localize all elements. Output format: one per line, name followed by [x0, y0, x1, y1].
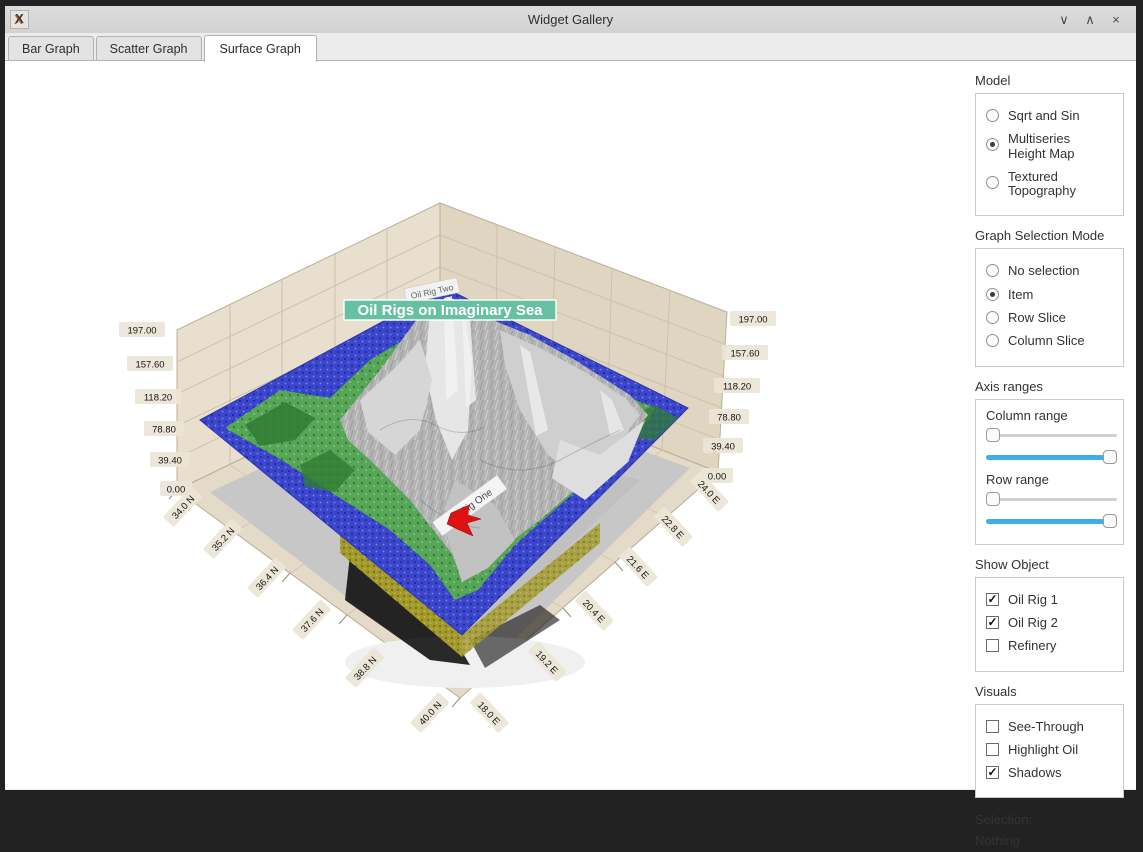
slider-handle[interactable]: [1103, 514, 1117, 528]
svg-text:0.00: 0.00: [167, 485, 186, 496]
tab-pane-surface-graph: 197.00 157.60 118.20 78.80 39.40 0.00 19…: [5, 61, 1136, 789]
column-range-min-slider[interactable]: [986, 428, 1117, 443]
row-range-min-slider[interactable]: [986, 492, 1117, 507]
svg-text:39.40: 39.40: [158, 456, 182, 467]
selection-mode-groupbox: No selection Item Row Slice Column Slice: [975, 248, 1124, 366]
slider-track[interactable]: [986, 434, 1117, 437]
svg-text:78.80: 78.80: [717, 413, 741, 424]
checkbox-icon: [986, 720, 999, 733]
radio-label: Textured Topography: [1008, 170, 1090, 199]
radio-no-selection[interactable]: No selection: [986, 264, 1119, 278]
radio-icon: [986, 288, 999, 301]
radio-icon: [986, 311, 999, 324]
radio-icon: [986, 176, 999, 189]
tab-surface-graph[interactable]: Surface Graph: [204, 35, 317, 62]
checkbox-label: Oil Rig 2: [1008, 616, 1058, 630]
show-object-section-label: Show Object: [975, 557, 1128, 572]
chart-title: Oil Rigs on Imaginary Sea: [344, 300, 556, 320]
slider-handle[interactable]: [1103, 450, 1117, 464]
radio-label: Sqrt and Sin: [1008, 109, 1080, 123]
radio-label: Item: [1008, 288, 1033, 302]
radio-icon: [986, 109, 999, 122]
checkbox-label: Highlight Oil: [1008, 743, 1078, 757]
svg-text:Oil Rigs on Imaginary Sea: Oil Rigs on Imaginary Sea: [357, 302, 543, 319]
selection-label: Selection:: [975, 810, 1127, 831]
title-bar: X Widget Gallery ∨ ∧ ×: [5, 6, 1136, 34]
selection-mode-section-label: Graph Selection Mode: [975, 228, 1128, 243]
column-range-label: Column range: [986, 408, 1119, 423]
axis-ranges-groupbox: Column range Row range: [975, 399, 1124, 545]
show-object-groupbox: ✓ Oil Rig 1 ✓ Oil Rig 2 Refinery: [975, 577, 1124, 672]
checkbox-icon: ✓: [986, 766, 999, 779]
radio-label: Row Slice: [1008, 311, 1066, 325]
slider-track[interactable]: [986, 455, 1117, 460]
checkbox-see-through[interactable]: See-Through: [986, 720, 1119, 734]
radio-column-slice[interactable]: Column Slice: [986, 334, 1119, 348]
visuals-section-label: Visuals: [975, 684, 1128, 699]
model-section-label: Model: [975, 73, 1128, 88]
checkbox-icon: [986, 639, 999, 652]
radio-row-slice[interactable]: Row Slice: [986, 311, 1119, 325]
checkbox-icon: [986, 743, 999, 756]
checkbox-oil-rig-1[interactable]: ✓ Oil Rig 1: [986, 593, 1119, 607]
row-range-max-slider[interactable]: [986, 514, 1117, 529]
checkbox-label: Shadows: [1008, 766, 1061, 780]
radio-label: No selection: [1008, 264, 1080, 278]
row-range-label: Row range: [986, 472, 1119, 487]
radio-item[interactable]: Item: [986, 288, 1119, 302]
radio-sqrt-and-sin[interactable]: Sqrt and Sin: [986, 109, 1119, 123]
minimize-icon[interactable]: ∨: [1056, 12, 1072, 28]
svg-text:78.80: 78.80: [152, 425, 176, 436]
maximize-icon[interactable]: ∧: [1082, 12, 1098, 28]
checkbox-icon: ✓: [986, 593, 999, 606]
svg-text:197.00: 197.00: [127, 326, 156, 337]
column-range-max-slider[interactable]: [986, 450, 1117, 465]
checkbox-label: Refinery: [1008, 639, 1056, 653]
slider-track[interactable]: [986, 519, 1117, 524]
app-window: X Widget Gallery ∨ ∧ × Bar Graph Scatter…: [5, 6, 1136, 790]
slider-track[interactable]: [986, 498, 1117, 501]
checkbox-shadows[interactable]: ✓ Shadows: [986, 766, 1119, 780]
model-groupbox: Sqrt and Sin Multiseries Height Map Text…: [975, 93, 1124, 216]
tab-bar: Bar Graph Scatter Graph Surface Graph: [5, 33, 1136, 61]
radio-multiseries-height-map[interactable]: Multiseries Height Map: [986, 132, 1119, 161]
radio-icon: [986, 264, 999, 277]
svg-text:157.60: 157.60: [135, 360, 164, 371]
radio-icon: [986, 334, 999, 347]
radio-icon: [986, 138, 999, 151]
slider-handle[interactable]: [986, 428, 1000, 442]
svg-text:157.60: 157.60: [730, 349, 759, 360]
svg-text:39.40: 39.40: [711, 442, 735, 453]
svg-text:0.00: 0.00: [708, 472, 727, 483]
checkbox-oil-rig-2[interactable]: ✓ Oil Rig 2: [986, 616, 1119, 630]
control-panel: Model Sqrt and Sin Multiseries Height Ma…: [968, 61, 1134, 789]
selection-value: Nothing: [975, 831, 1127, 852]
checkbox-highlight-oil[interactable]: Highlight Oil: [986, 743, 1119, 757]
visuals-groupbox: See-Through Highlight Oil ✓ Shadows: [975, 704, 1124, 799]
checkbox-refinery[interactable]: Refinery: [986, 639, 1119, 653]
window-title: Widget Gallery: [5, 12, 1136, 27]
svg-text:197.00: 197.00: [738, 315, 767, 326]
tab-bar-graph[interactable]: Bar Graph: [8, 36, 94, 61]
checkbox-icon: ✓: [986, 616, 999, 629]
close-icon[interactable]: ×: [1108, 12, 1124, 28]
svg-text:118.20: 118.20: [144, 393, 172, 404]
selection-status: Selection: Nothing: [975, 810, 1127, 852]
radio-label: Column Slice: [1008, 334, 1085, 348]
window-controls: ∨ ∧ ×: [1056, 12, 1136, 28]
svg-text:118.20: 118.20: [723, 382, 751, 393]
radio-label: Multiseries Height Map: [1008, 132, 1090, 161]
checkbox-label: Oil Rig 1: [1008, 593, 1058, 607]
checkbox-label: See-Through: [1008, 720, 1084, 734]
surface-chart[interactable]: 197.00 157.60 118.20 78.80 39.40 0.00 19…: [5, 61, 967, 789]
tab-scatter-graph[interactable]: Scatter Graph: [96, 36, 202, 61]
slider-handle[interactable]: [986, 492, 1000, 506]
axis-ranges-section-label: Axis ranges: [975, 379, 1128, 394]
radio-textured-topography[interactable]: Textured Topography: [986, 170, 1119, 199]
